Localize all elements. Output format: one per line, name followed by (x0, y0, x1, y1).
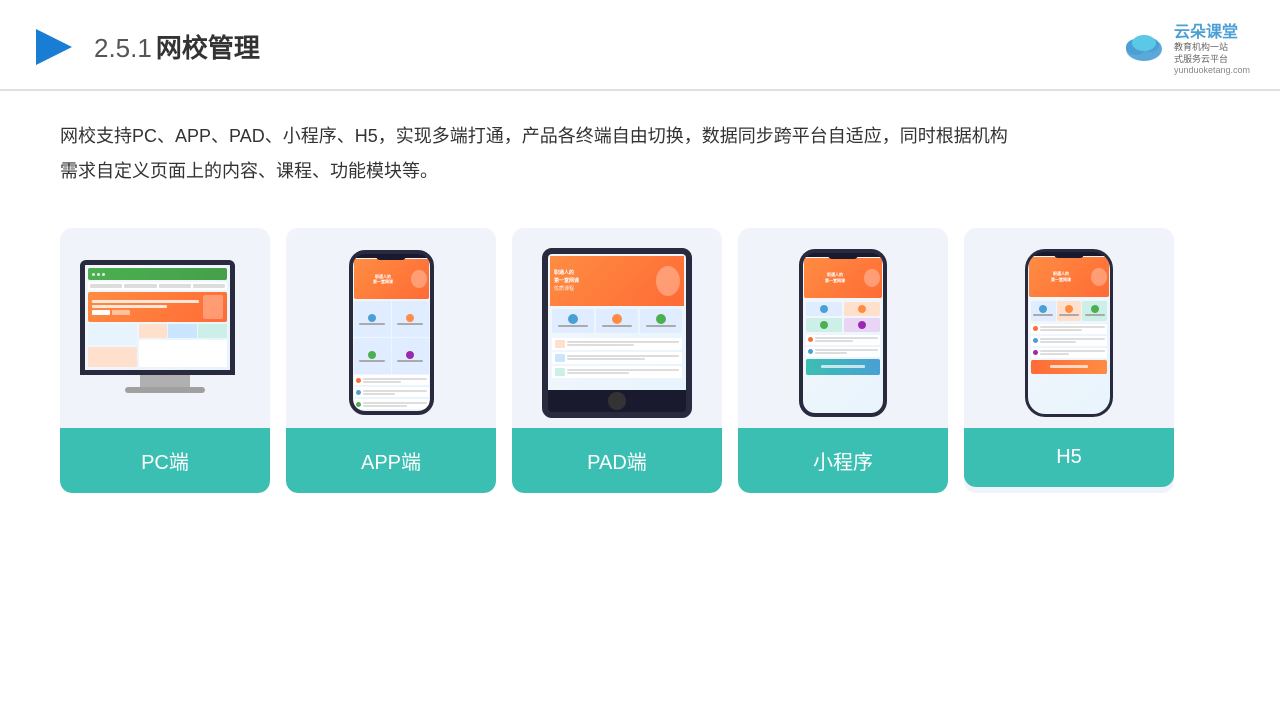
cloud-icon (1120, 29, 1168, 65)
header: 2.5.1网校管理 云朵课堂 教育机构一站式服务云平台 yunduoketang… (0, 0, 1280, 91)
card-miniprogram-image: 职通人的第一堂网课 (738, 228, 948, 428)
h5-phone-icon: 职通人的第一堂网课 (1025, 249, 1113, 417)
description: 网校支持PC、APP、PAD、小程序、H5，实现多端打通，产品各终端自由切换，数… (0, 91, 1280, 187)
brand-text: 云朵课堂 教育机构一站式服务云平台 yunduoketang.com (1174, 18, 1250, 75)
card-h5: 职通人的第一堂网课 (964, 228, 1174, 493)
card-pc: PC端 (60, 228, 270, 493)
pad-tablet-icon: 职通人的第一堂网课优质课程 (542, 248, 692, 418)
card-app-label: APP端 (286, 428, 496, 493)
card-h5-image: 职通人的第一堂网课 (964, 228, 1174, 428)
card-pad-label: PAD端 (512, 428, 722, 493)
cards-container: PC端 职通人的第一堂网课 (0, 198, 1280, 493)
card-pad: 职通人的第一堂网课优质课程 PAD端 (512, 228, 722, 493)
header-right: 云朵课堂 教育机构一站式服务云平台 yunduoketang.com (1120, 18, 1250, 75)
app-phone-icon: 职通人的第一堂网课 (349, 250, 434, 415)
page-title: 2.5.1网校管理 (94, 28, 260, 65)
brand-logo: 云朵课堂 教育机构一站式服务云平台 yunduoketang.com (1120, 18, 1250, 75)
card-pc-label: PC端 (60, 428, 270, 493)
logo-icon (30, 23, 78, 71)
miniprogram-phone-icon: 职通人的第一堂网课 (799, 249, 887, 417)
card-miniprogram: 职通人的第一堂网课 (738, 228, 948, 493)
card-app: 职通人的第一堂网课 APP端 (286, 228, 496, 493)
card-pad-image: 职通人的第一堂网课优质课程 (512, 228, 722, 428)
card-app-image: 职通人的第一堂网课 (286, 228, 496, 428)
card-pc-image (60, 228, 270, 428)
pc-monitor-icon (80, 260, 250, 405)
card-miniprogram-label: 小程序 (738, 428, 948, 493)
header-left: 2.5.1网校管理 (30, 23, 260, 71)
card-h5-label: H5 (964, 428, 1174, 487)
